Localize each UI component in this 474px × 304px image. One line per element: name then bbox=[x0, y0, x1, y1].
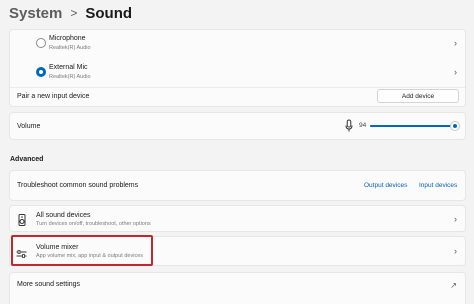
volume-mixer-highlight-box bbox=[11, 235, 153, 266]
microphone-icon[interactable] bbox=[345, 119, 353, 133]
input-devices-card: Microphone Realtek(R) Audio › External M… bbox=[9, 29, 466, 107]
volume-slider-fill bbox=[370, 125, 455, 127]
input-devices-link[interactable]: Input devices bbox=[419, 182, 457, 189]
volume-slider-thumb[interactable] bbox=[451, 122, 459, 130]
advanced-heading: Advanced bbox=[10, 156, 44, 163]
radio-microphone[interactable] bbox=[36, 38, 46, 48]
all-sound-devices-label: All sound devices bbox=[36, 212, 91, 219]
breadcrumb: System > Sound bbox=[9, 2, 132, 24]
device-row-microphone[interactable]: Microphone Realtek(R) Audio › bbox=[10, 32, 465, 56]
chevron-right-icon[interactable]: › bbox=[454, 67, 457, 77]
speaker-devices-icon bbox=[18, 213, 26, 226]
page-title: Sound bbox=[85, 4, 133, 22]
device-name: Microphone bbox=[49, 35, 86, 42]
volume-card: Volume 94 bbox=[9, 112, 466, 140]
device-name: External Mic bbox=[49, 64, 88, 71]
device-row-external-mic[interactable]: External Mic Realtek(R) Audio › bbox=[10, 61, 465, 85]
troubleshoot-card: Troubleshoot common sound problems Outpu… bbox=[9, 170, 466, 201]
breadcrumb-separator-icon: > bbox=[70, 6, 78, 20]
chevron-right-icon[interactable]: › bbox=[454, 38, 457, 48]
device-subtitle: Realtek(R) Audio bbox=[49, 45, 91, 51]
device-subtitle: Realtek(R) Audio bbox=[49, 74, 91, 80]
troubleshoot-label: Troubleshoot common sound problems bbox=[17, 182, 139, 189]
pair-device-label: Pair a new input device bbox=[17, 93, 90, 100]
breadcrumb-system[interactable]: System bbox=[9, 5, 62, 22]
volume-value: 94 bbox=[359, 122, 367, 129]
external-link-icon[interactable]: ↗ bbox=[450, 281, 457, 290]
more-sound-settings-card[interactable]: More sound settings ↗ bbox=[9, 272, 466, 304]
volume-label: Volume bbox=[17, 123, 41, 130]
chevron-right-icon[interactable]: › bbox=[454, 246, 457, 256]
more-sound-settings-label: More sound settings bbox=[17, 281, 81, 288]
divider bbox=[10, 87, 465, 88]
all-sound-devices-subtitle: Turn devices on/off, troubleshoot, other… bbox=[36, 221, 151, 227]
chevron-right-icon[interactable]: › bbox=[454, 214, 457, 224]
output-devices-link[interactable]: Output devices bbox=[364, 182, 407, 189]
all-sound-devices-card[interactable]: All sound devices Turn devices on/off, t… bbox=[9, 205, 466, 232]
add-device-button[interactable]: Add device bbox=[377, 89, 459, 103]
radio-external-mic[interactable] bbox=[36, 67, 46, 77]
